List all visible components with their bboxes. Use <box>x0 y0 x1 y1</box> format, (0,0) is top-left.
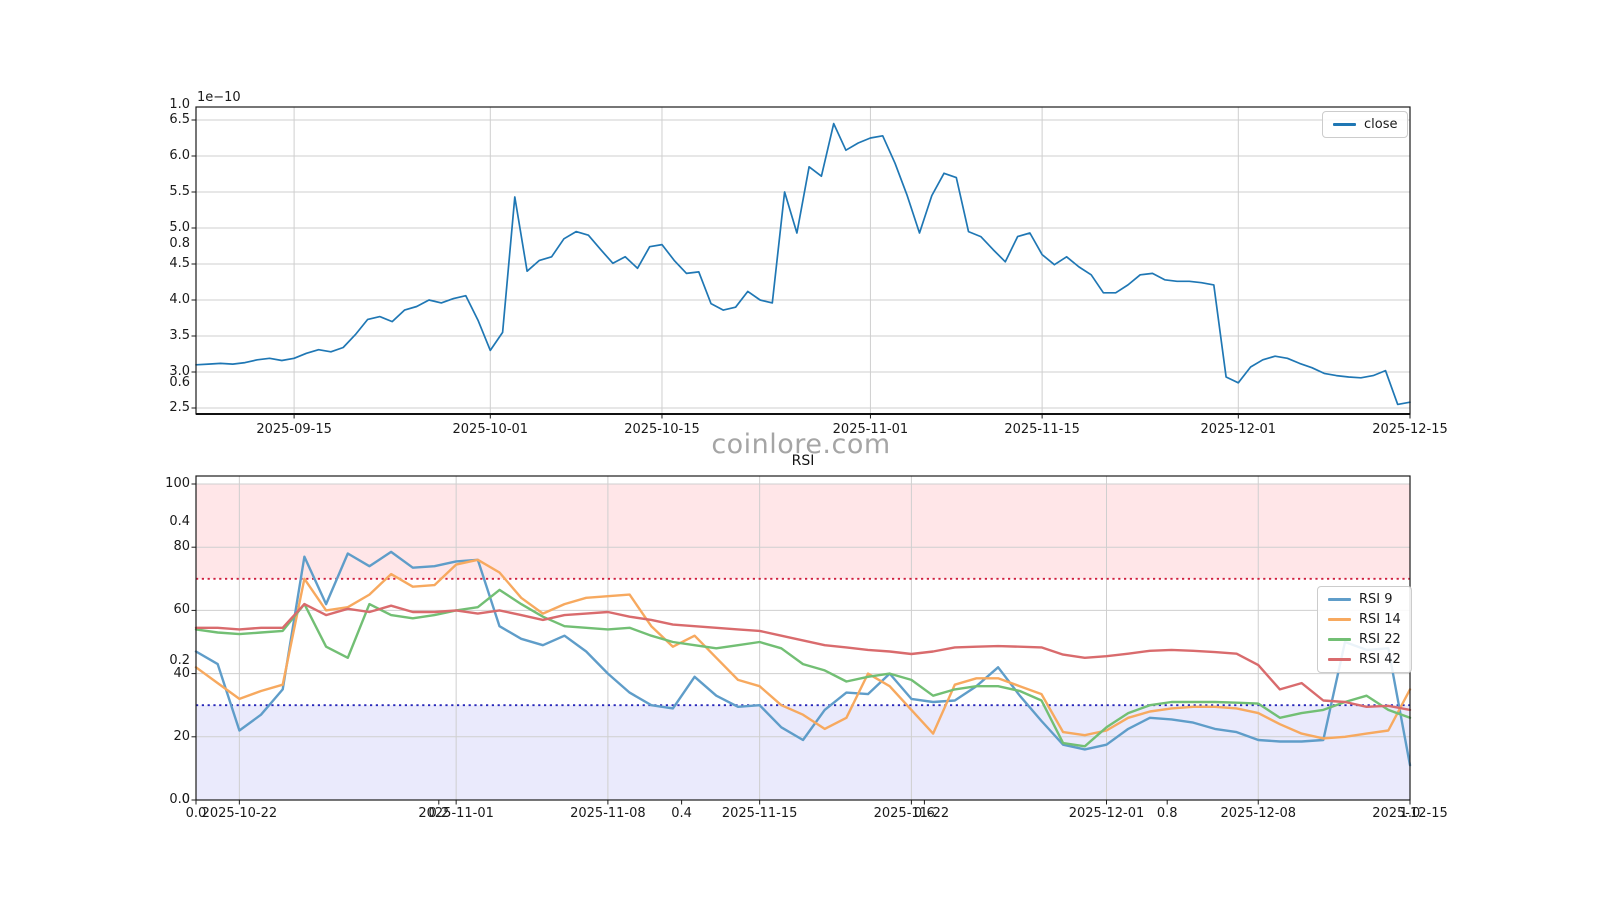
background-y-tick-label: 0.4 <box>169 514 190 529</box>
legend-item-rsi22: RSI 22 <box>1328 632 1401 647</box>
legend-label-rsi22: RSI 22 <box>1359 632 1401 647</box>
rsi-panel-title: RSI <box>791 453 815 469</box>
price-x-tick-label: 2025-10-15 <box>624 422 700 437</box>
rsi-y-tick-label: 100 <box>165 476 190 491</box>
rsi-y-tick-label: 60 <box>173 602 190 618</box>
close-line-swatch <box>1333 123 1356 126</box>
rsi-y-tick-label: 20 <box>173 728 190 744</box>
rsi-x-tick-label: 2025-11-15 <box>721 806 798 821</box>
rsi-x-tick-label: 2025-12-08 <box>1220 806 1297 821</box>
rsi-x-tick-label: 2025-11-22 <box>873 806 950 821</box>
background-y-tick-label: 1.0 <box>169 97 190 112</box>
background-y-tick-label: 0.6 <box>169 375 190 390</box>
price-x-tick-label: 2025-11-01 <box>832 422 909 437</box>
price-axes-frame <box>195 106 1411 415</box>
y-axis-offset-label: 1e−10 <box>197 90 241 105</box>
price-y-tick-label: 4.5 <box>169 256 190 271</box>
rsi-chart-plot <box>191 475 1412 805</box>
rsi-y-tick-label: 80 <box>173 539 190 555</box>
price-y-tick-label: 4.0 <box>169 292 190 307</box>
background-y-tick-label: 0.0 <box>169 792 190 807</box>
legend-label-rsi14: RSI 14 <box>1359 612 1401 627</box>
legend-item-rsi9: RSI 9 <box>1328 592 1401 607</box>
background-x-tick-label: 0.2 <box>428 806 450 821</box>
price-x-tick-label: 2025-11-15 <box>1004 422 1080 437</box>
price-y-tick-label: 2.5 <box>169 400 190 415</box>
rsi42-line <box>194 602 1412 712</box>
rsi-x-tick-label: 2025-10-22 <box>201 806 278 821</box>
legend-item-rsi42: RSI 42 <box>1328 652 1401 667</box>
background-x-tick-label: 0.6 <box>914 806 935 821</box>
price-chart-plot <box>191 106 1411 419</box>
background-x-tick-label: 0.8 <box>1156 806 1178 821</box>
background-x-tick-label: 0.4 <box>671 806 692 821</box>
legend-item-rsi14: RSI 14 <box>1328 612 1401 627</box>
rsi-x-tick-label: 2025-12-01 <box>1068 806 1145 821</box>
price-legend: close <box>1322 111 1409 138</box>
rsi9-line-swatch <box>1328 598 1351 601</box>
price-y-tick-label: 6.0 <box>169 148 190 163</box>
legend-label-rsi42: RSI 42 <box>1359 652 1401 667</box>
rsi22-line-swatch <box>1328 638 1351 641</box>
price-chart-panel <box>191 106 1411 419</box>
price-y-tick-label: 3.5 <box>169 328 190 343</box>
legend-label-close: close <box>1364 117 1398 132</box>
price-x-tick-label: 2025-12-15 <box>1372 422 1448 437</box>
background-x-tick-label: 1.0 <box>1399 806 1421 821</box>
price-y-tick-label: 5.5 <box>169 184 190 199</box>
price-x-tick-label: 2025-09-15 <box>256 422 332 437</box>
chart-figure: 1e−10 coinlore.com RSI close RSI 9 RSI 1… <box>0 0 1600 900</box>
price-x-tick-label: 2025-10-01 <box>452 422 529 437</box>
overbought-band <box>196 484 1410 579</box>
rsi14-line-swatch <box>1328 618 1351 621</box>
rsi42-line-swatch <box>1328 658 1351 661</box>
legend-label-rsi9: RSI 9 <box>1359 592 1393 607</box>
rsi-legend: RSI 9 RSI 14 RSI 22 RSI 42 <box>1317 586 1412 673</box>
background-y-tick-label: 0.8 <box>169 236 190 251</box>
background-x-tick-label: 0.0 <box>185 806 207 821</box>
oversold-band <box>196 705 1410 800</box>
rsi-x-tick-label: 2025-11-08 <box>570 806 646 821</box>
rsi-chart-panel <box>191 475 1412 805</box>
price-x-tick-label: 2025-12-01 <box>1200 422 1277 437</box>
legend-item-close: close <box>1333 117 1397 132</box>
background-y-tick-label: 0.2 <box>169 653 190 668</box>
